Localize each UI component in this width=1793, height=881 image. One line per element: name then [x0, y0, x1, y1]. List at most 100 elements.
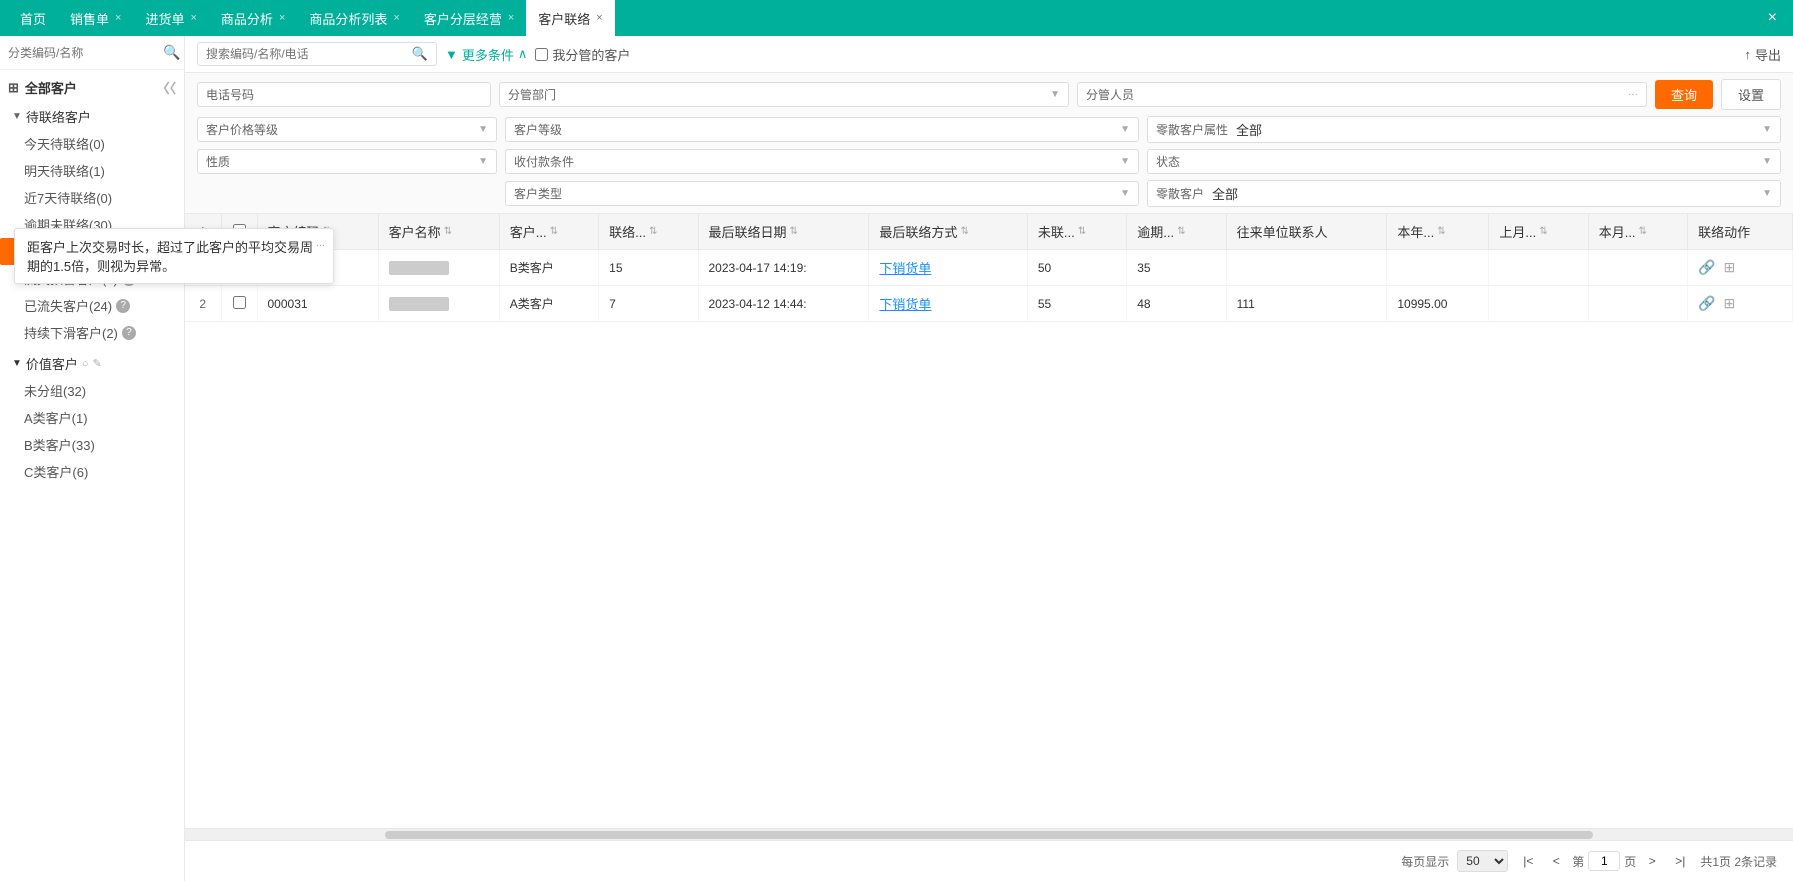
- nav-customer-tier-close[interactable]: ×: [508, 12, 514, 24]
- filter-bar: 🔍 ▼ 更多条件 ∧ 我分管的客户 ↑ 导出: [185, 36, 1793, 73]
- sidebar-item-tomorrow[interactable]: 明天待联络(1): [0, 157, 184, 184]
- nav-customer-contact-close[interactable]: ×: [596, 12, 602, 24]
- customer-level-field[interactable]: 客户等级 ▼: [505, 117, 1139, 142]
- scroll-thumb[interactable]: [385, 831, 1593, 839]
- per-page-select[interactable]: 50 100: [1457, 850, 1508, 872]
- edit-icon[interactable]: ✎: [93, 357, 102, 370]
- my-customers-checkbox[interactable]: [535, 48, 548, 61]
- manager-field[interactable]: 分管人员 ···: [1077, 82, 1647, 107]
- adv-row-3: 性质 ▼ 收付款条件 ▼ 状态 ▼: [197, 149, 1781, 174]
- row-customer-type: B类客户: [499, 250, 598, 286]
- sort-overdue-icon[interactable]: ⇅: [1177, 226, 1185, 237]
- sort-name-icon[interactable]: ⇅: [444, 226, 452, 237]
- last-page-button[interactable]: >|: [1668, 849, 1692, 873]
- price-level-dropdown[interactable]: ▼: [478, 124, 488, 135]
- info-icon-declining[interactable]: ?: [122, 326, 136, 340]
- sort-lmonth-icon[interactable]: ⇅: [1539, 226, 1547, 237]
- sidebar-search-input[interactable]: [8, 46, 163, 60]
- pay-condition-field[interactable]: 收付款条件 ▼: [505, 149, 1139, 174]
- nav-sales-close[interactable]: ×: [115, 12, 121, 24]
- nav-analysis-list-close[interactable]: ×: [393, 12, 399, 24]
- customer-level-dropdown[interactable]: ▼: [1120, 124, 1130, 135]
- sort-uncontacted-icon[interactable]: ⇅: [1078, 226, 1086, 237]
- gender-field[interactable]: 性质 ▼: [197, 149, 497, 174]
- prev-page-button[interactable]: <: [1544, 849, 1568, 873]
- row-check[interactable]: [221, 286, 257, 322]
- set-button[interactable]: 设置: [1721, 79, 1781, 110]
- nav-sales[interactable]: 销售单 ×: [58, 0, 133, 36]
- action-link-icon[interactable]: 🔗: [1698, 259, 1715, 276]
- nav-purchase[interactable]: 进货单 ×: [133, 0, 208, 36]
- dept-field[interactable]: 分管部门 ▼: [499, 82, 1069, 107]
- gender-dropdown[interactable]: ▼: [478, 156, 488, 167]
- nav-purchase-close[interactable]: ×: [190, 12, 196, 24]
- horizontal-scrollbar[interactable]: [185, 828, 1793, 840]
- tooltip-close[interactable]: ...: [316, 237, 325, 249]
- sidebar-search-icon[interactable]: 🔍: [163, 44, 180, 61]
- pay-condition-dropdown[interactable]: ▼: [1120, 156, 1130, 167]
- main-layout: 🔍 ⊞ 全部客户 〈〈 ▼ 待联络客户 今天待联络(0) 明天待联络(1) 近7…: [0, 36, 1793, 881]
- row-unit-contact: 111: [1226, 286, 1387, 322]
- manager-dots[interactable]: ···: [1628, 89, 1638, 100]
- adv-row-1: 电话号码 分管部门 ▼ 分管人员 ··· 查询 设置: [197, 79, 1781, 110]
- content-area: 🔍 ▼ 更多条件 ∧ 我分管的客户 ↑ 导出 电话号码: [185, 36, 1793, 881]
- sidebar-item-b-class[interactable]: B类客户(33): [0, 431, 184, 458]
- sort-year-icon[interactable]: ⇅: [1437, 226, 1445, 237]
- sidebar-item-declining[interactable]: 持续下滑客户(2) ?: [0, 319, 184, 346]
- value-group-header[interactable]: ▼ 价值客户 ○ ✎: [0, 348, 184, 377]
- next-page-button[interactable]: >: [1640, 849, 1664, 873]
- sort-way-icon[interactable]: ⇅: [960, 226, 968, 237]
- action-grid-icon[interactable]: ⊞: [1724, 295, 1736, 312]
- nav-analysis-list[interactable]: 商品分析列表 ×: [297, 0, 411, 36]
- row-action: 🔗 ⊞: [1688, 286, 1793, 322]
- price-level-field[interactable]: 客户价格等级 ▼: [197, 117, 497, 142]
- search-input[interactable]: [206, 47, 412, 61]
- pending-group-header[interactable]: ▼ 待联络客户: [0, 103, 184, 130]
- sort-contact-icon[interactable]: ⇅: [649, 226, 657, 237]
- sidebar-search-wrap: 🔍: [0, 36, 184, 70]
- close-all-button[interactable]: ×: [1760, 9, 1785, 27]
- page-number-input[interactable]: [1588, 851, 1620, 871]
- sidebar-item-today[interactable]: 今天待联络(0): [0, 130, 184, 157]
- sort-tmonth-icon[interactable]: ⇅: [1639, 226, 1647, 237]
- customer-type-field[interactable]: 客户类型 ▼: [505, 181, 1139, 206]
- nav-analysis[interactable]: 商品分析 ×: [209, 0, 297, 36]
- filter-icon: ▼: [445, 47, 458, 62]
- search-wrap: 🔍: [197, 42, 437, 66]
- nav-customer-contact[interactable]: 客户联络 ×: [526, 0, 614, 36]
- sidebar-item-c-class[interactable]: C类客户(6): [0, 458, 184, 485]
- table-row: 1 000039 B类客户 15 2023-04-17 14:19: 下销货单 …: [185, 250, 1793, 286]
- row-last-way[interactable]: 下销货单: [869, 286, 1027, 322]
- retail-customer-dropdown[interactable]: ▼: [1762, 188, 1772, 199]
- nav-analysis-close[interactable]: ×: [279, 12, 285, 24]
- nav-customer-tier[interactable]: 客户分层经营 ×: [412, 0, 526, 36]
- row-action: 🔗 ⊞: [1688, 250, 1793, 286]
- sort-date-icon[interactable]: ⇅: [790, 226, 798, 237]
- sidebar-item-churned[interactable]: 已流失客户(24) ?: [0, 292, 184, 319]
- customer-type-dropdown[interactable]: ▼: [1120, 188, 1130, 199]
- tooltip: 距客户上次交易时长，超过了此客户的平均交易周期的1.5倍，则视为异常。 ...: [14, 228, 334, 284]
- retail-customer-field[interactable]: 零散客户 全部 ▼: [1147, 180, 1781, 207]
- query-button[interactable]: 查询: [1655, 80, 1713, 109]
- action-link-icon[interactable]: 🔗: [1698, 295, 1715, 312]
- retail-attr-dropdown[interactable]: ▼: [1762, 124, 1772, 135]
- retail-attr-field[interactable]: 零散客户属性 全部 ▼: [1147, 116, 1781, 143]
- row-last-way[interactable]: 下销货单: [869, 250, 1027, 286]
- search-icon[interactable]: 🔍: [412, 46, 428, 62]
- more-conditions-button[interactable]: ▼ 更多条件 ∧: [445, 45, 527, 64]
- sidebar-item-a-class[interactable]: A类客户(1): [0, 404, 184, 431]
- export-button[interactable]: ↑ 导出: [1744, 45, 1781, 64]
- status-dropdown[interactable]: ▼: [1762, 156, 1772, 167]
- sidebar-item-7days[interactable]: 近7天待联络(0): [0, 184, 184, 211]
- action-grid-icon[interactable]: ⊞: [1724, 259, 1736, 276]
- status-field[interactable]: 状态 ▼: [1147, 149, 1781, 174]
- sort-type-icon[interactable]: ⇅: [550, 226, 558, 237]
- row-idx: 2: [185, 286, 221, 322]
- collapse-icon[interactable]: 〈〈: [156, 78, 176, 97]
- dept-dropdown-icon[interactable]: ▼: [1050, 89, 1060, 100]
- phone-field[interactable]: 电话号码: [197, 82, 491, 107]
- sidebar-item-ungrouped[interactable]: 未分组(32): [0, 377, 184, 404]
- nav-home[interactable]: 首页: [8, 0, 58, 36]
- first-page-button[interactable]: |<: [1516, 849, 1540, 873]
- info-icon-churned[interactable]: ?: [116, 299, 130, 313]
